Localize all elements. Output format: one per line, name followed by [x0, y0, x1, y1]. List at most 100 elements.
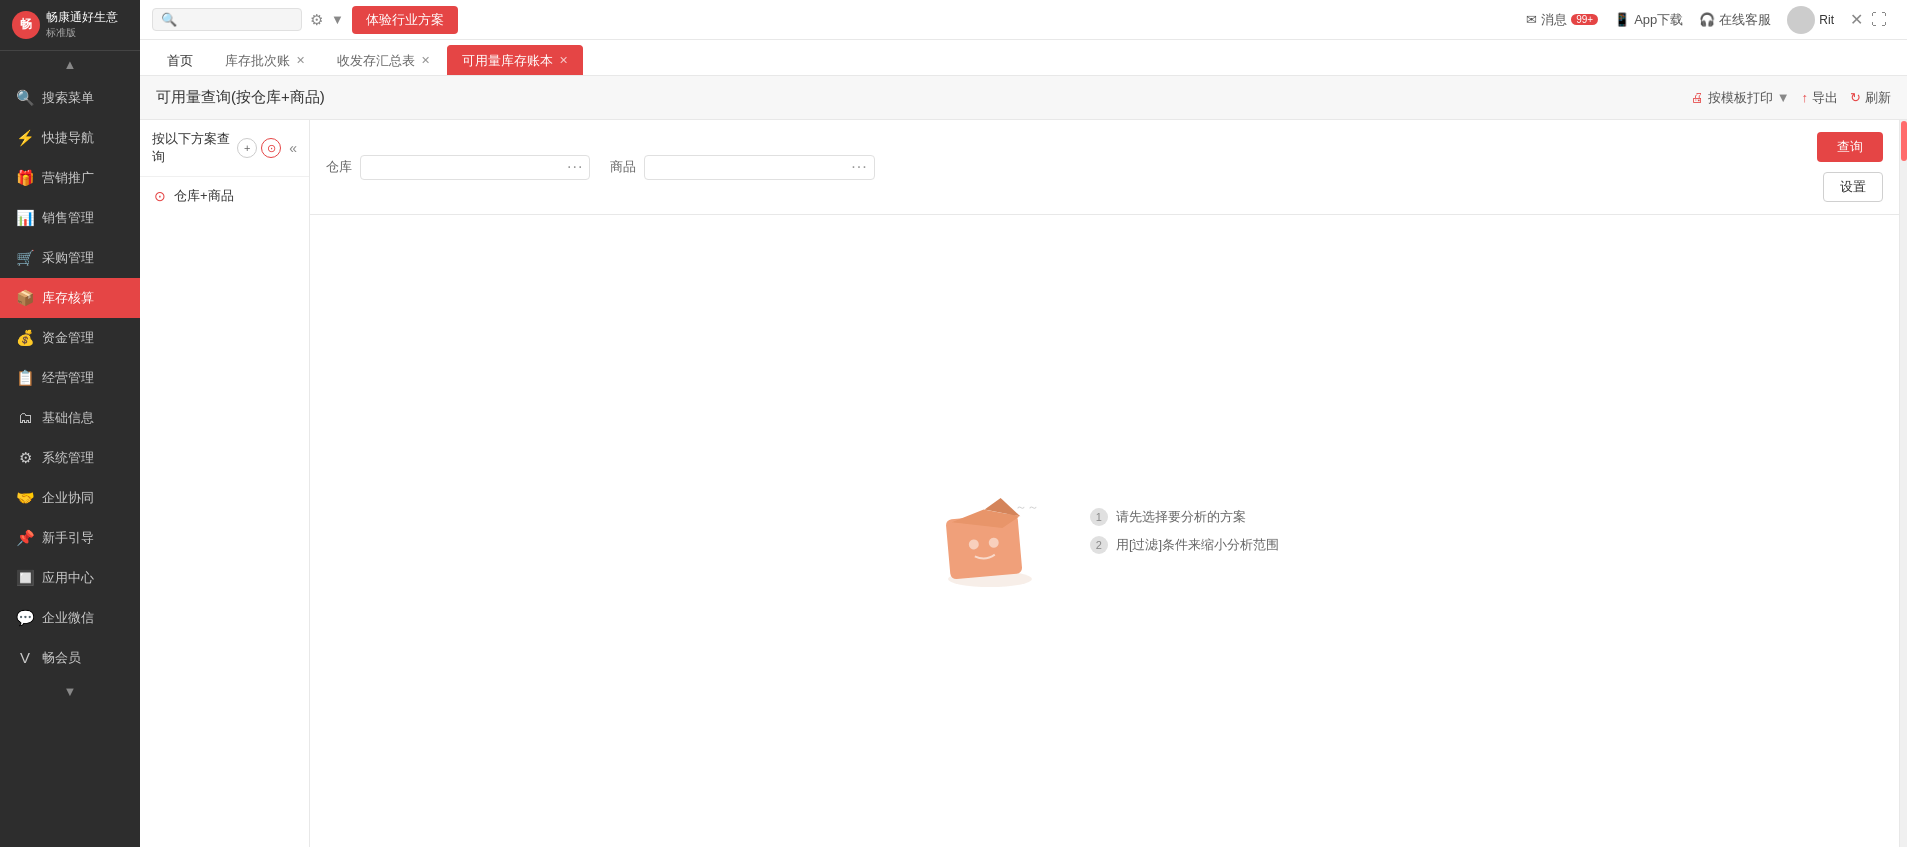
right-scrollbar-handle[interactable] — [1901, 121, 1907, 161]
tab-batch-close[interactable]: ✕ — [296, 54, 305, 67]
page-header-actions: 🖨 按模板打印 ▼ ↑ 导出 ↻ 刷新 — [1691, 89, 1891, 107]
newguide-icon: 📌 — [16, 529, 34, 547]
tab-summary-label: 收发存汇总表 — [337, 52, 415, 70]
sidebar-label-inventory: 库存核算 — [42, 289, 94, 307]
scheme-settings-button[interactable]: ⊙ — [261, 138, 281, 158]
filter-panel-title: 按以下方案查询 — [152, 130, 231, 166]
sidebar-item-inventory[interactable]: 📦 库存核算 — [0, 278, 140, 318]
online-service-button[interactable]: 🎧 在线客服 — [1699, 11, 1771, 29]
sidebar-scroll-up[interactable]: ▲ — [0, 51, 140, 78]
tab-summary-close[interactable]: ✕ — [421, 54, 430, 67]
trial-button[interactable]: 体验行业方案 — [352, 6, 458, 34]
app-download-button[interactable]: 📱 App下载 — [1614, 11, 1683, 29]
settings-button[interactable]: 设置 — [1823, 172, 1883, 202]
print-button[interactable]: 🖨 按模板打印 ▼ — [1691, 89, 1790, 107]
user-profile[interactable]: Rit — [1787, 6, 1834, 34]
page-title: 可用量查询(按仓库+商品) — [156, 88, 325, 107]
message-button[interactable]: ✉ 消息 99+ — [1526, 11, 1598, 29]
product-input[interactable] — [645, 156, 845, 179]
operations-icon: 📋 — [16, 369, 34, 387]
right-scrollbar[interactable] — [1899, 120, 1907, 847]
warehouse-more-icon[interactable]: ··· — [561, 158, 589, 176]
sidebar-item-cooperation[interactable]: 🤝 企业协同 — [0, 478, 140, 518]
collapse-panel-icon[interactable]: « — [289, 140, 297, 156]
tab-batch[interactable]: 库存批次账 ✕ — [210, 45, 320, 75]
scheme-icon: ⊙ — [154, 188, 166, 204]
sidebar-label-marketing: 营销推广 — [42, 169, 94, 187]
product-more-icon[interactable]: ··· — [845, 158, 873, 176]
warehouse-input[interactable] — [361, 156, 561, 179]
sidebar-label-finance: 资金管理 — [42, 329, 94, 347]
shortcuts-icon: ⚡ — [16, 129, 34, 147]
print-dropdown-icon[interactable]: ▼ — [1777, 90, 1790, 105]
sidebar-item-newguide[interactable]: 📌 新手引导 — [0, 518, 140, 558]
sidebar-item-marketing[interactable]: 🎁 营销推广 — [0, 158, 140, 198]
sidebar-item-member[interactable]: V 畅会员 — [0, 638, 140, 678]
system-icon: ⚙ — [16, 449, 34, 467]
tab-summary[interactable]: 收发存汇总表 ✕ — [322, 45, 445, 75]
service-icon: 🎧 — [1699, 12, 1715, 27]
tip-num-2: 2 — [1090, 536, 1108, 554]
app-download-label: App下载 — [1634, 11, 1683, 29]
product-input-group: ··· — [644, 155, 874, 180]
sidebar-item-finance[interactable]: 💰 资金管理 — [0, 318, 140, 358]
sidebar-item-shortcuts[interactable]: ⚡ 快捷导航 — [0, 118, 140, 158]
avatar — [1787, 6, 1815, 34]
refresh-button[interactable]: ↻ 刷新 — [1850, 89, 1891, 107]
sidebar-label-sales: 销售管理 — [42, 209, 94, 227]
warehouse-condition: 仓库 ··· — [326, 155, 590, 180]
sidebar-label-basic: 基础信息 — [42, 409, 94, 427]
maximize-window-icon[interactable]: ⛶ — [1871, 11, 1887, 29]
dropdown-arrow[interactable]: ▼ — [331, 12, 344, 27]
sales-icon: 📊 — [16, 209, 34, 227]
sidebar-item-operations[interactable]: 📋 经营管理 — [0, 358, 140, 398]
sidebar-item-sales[interactable]: 📊 销售管理 — [0, 198, 140, 238]
member-icon: V — [16, 649, 34, 666]
gear-icon[interactable]: ⚙ — [310, 11, 323, 29]
sidebar-header: 畅 畅康通好生意 标准版 — [0, 0, 140, 51]
filter-scheme-item[interactable]: ⊙ 仓库+商品 — [140, 177, 309, 215]
sidebar-item-wechat[interactable]: 💬 企业微信 — [0, 598, 140, 638]
sidebar-item-appcenter[interactable]: 🔲 应用中心 — [0, 558, 140, 598]
empty-state: ～～ 1 请先选择要分析的方案 2 用[过滤]条件来缩小分析范围 — [310, 215, 1899, 847]
message-badge: 99+ — [1571, 14, 1598, 25]
empty-tips: 1 请先选择要分析的方案 2 用[过滤]条件来缩小分析范围 — [1090, 508, 1279, 554]
appcenter-icon: 🔲 — [16, 569, 34, 587]
query-button[interactable]: 查询 — [1817, 132, 1883, 162]
tip-text-1: 请先选择要分析的方案 — [1116, 508, 1246, 526]
topbar-search-box[interactable]: 🔍 — [152, 8, 302, 31]
filter-scheme-label: 仓库+商品 — [174, 187, 234, 205]
tab-available[interactable]: 可用量库存账本 ✕ — [447, 45, 583, 75]
sidebar-item-system[interactable]: ⚙ 系统管理 — [0, 438, 140, 478]
condition-actions: 查询 设置 — [1817, 132, 1883, 202]
main-content: 🔍 ⚙ ▼ 体验行业方案 ✉ 消息 99+ 📱 App下载 🎧 在线客服 Rit — [140, 0, 1907, 847]
logo-name: 畅康通好生意 — [46, 10, 118, 26]
sidebar-item-basic[interactable]: 🗂 基础信息 — [0, 398, 140, 438]
product-condition: 商品 ··· — [610, 155, 874, 180]
sidebar-label-newguide: 新手引导 — [42, 529, 94, 547]
page-header: 可用量查询(按仓库+商品) 🖨 按模板打印 ▼ ↑ 导出 ↻ 刷新 — [140, 76, 1907, 120]
topbar-right: ✉ 消息 99+ 📱 App下载 🎧 在线客服 Rit — [1526, 6, 1834, 34]
query-conditions: 仓库 ··· 商品 ··· 查询 设置 — [310, 120, 1899, 215]
basic-icon: 🗂 — [16, 409, 34, 426]
search-input[interactable] — [181, 13, 281, 27]
empty-tip-2: 2 用[过滤]条件来缩小分析范围 — [1090, 536, 1279, 554]
export-button[interactable]: ↑ 导出 — [1802, 89, 1839, 107]
phone-icon: 📱 — [1614, 12, 1630, 27]
sidebar-item-search[interactable]: 🔍 搜索菜单 — [0, 78, 140, 118]
sidebar-logo: 畅 畅康通好生意 标准版 — [12, 10, 128, 40]
sidebar-scroll-down[interactable]: ▼ — [0, 678, 140, 705]
online-service-label: 在线客服 — [1719, 11, 1771, 29]
sidebar-label-shortcuts: 快捷导航 — [42, 129, 94, 147]
sidebar-label-purchase: 采购管理 — [42, 249, 94, 267]
warehouse-input-group: ··· — [360, 155, 590, 180]
finance-icon: 💰 — [16, 329, 34, 347]
close-window-icon[interactable]: ✕ — [1850, 10, 1863, 29]
cooperation-icon: 🤝 — [16, 489, 34, 507]
tab-home[interactable]: 首页 — [152, 45, 208, 75]
add-scheme-button[interactable]: + — [237, 138, 257, 158]
query-area: 仓库 ··· 商品 ··· 查询 设置 — [310, 120, 1899, 847]
refresh-icon: ↻ — [1850, 90, 1861, 105]
tab-available-close[interactable]: ✕ — [559, 54, 568, 67]
sidebar-item-purchase[interactable]: 🛒 采购管理 — [0, 238, 140, 278]
